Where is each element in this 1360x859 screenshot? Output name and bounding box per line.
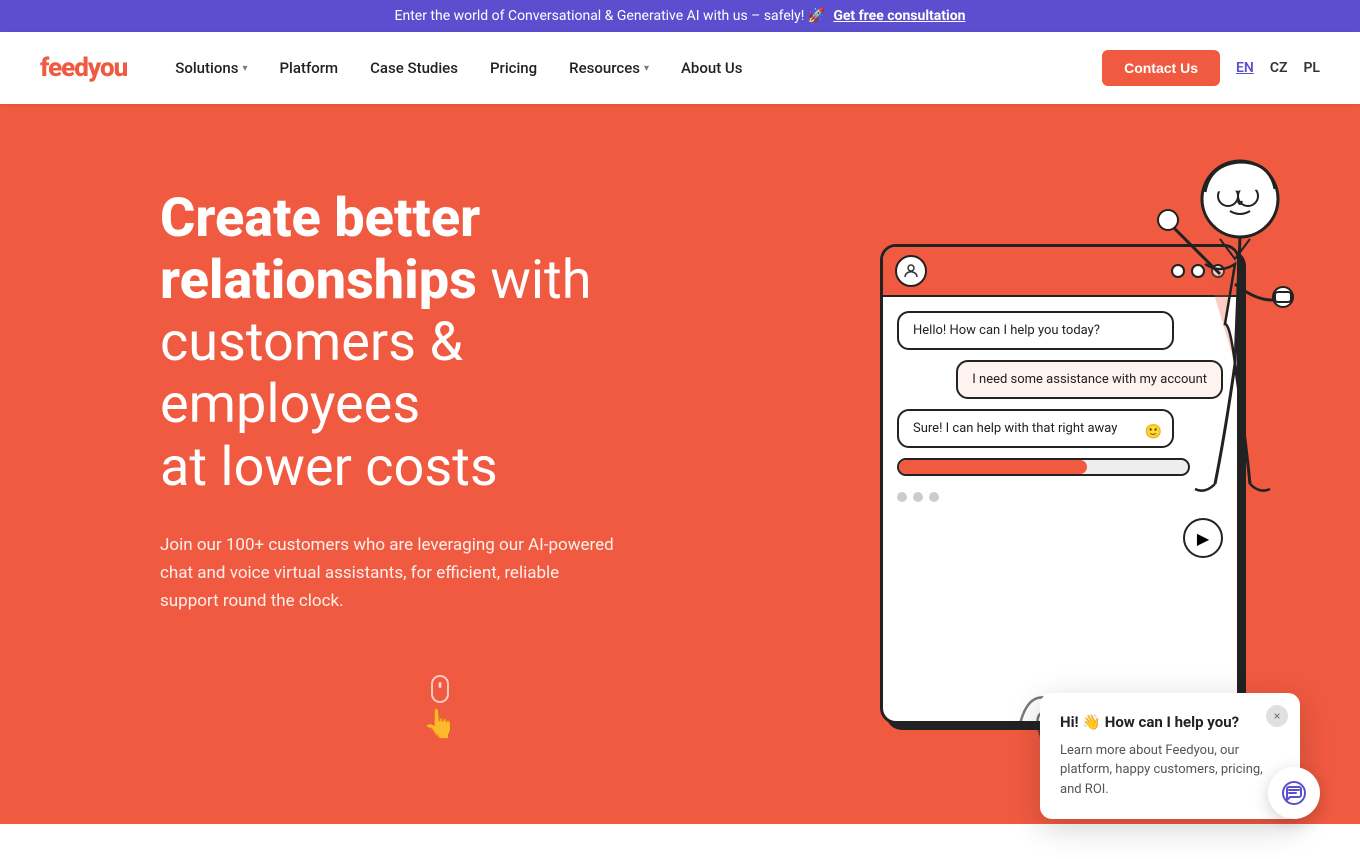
- dot-1: [897, 492, 907, 502]
- scroll-indicator: 👆: [160, 675, 720, 740]
- chat-popup-text: Learn more about Feedyou, our platform, …: [1060, 741, 1280, 800]
- chat-avatar: [895, 255, 927, 287]
- stick-figure-illustration: [1120, 144, 1340, 664]
- banner-cta[interactable]: Get free consultation: [833, 8, 965, 24]
- nav-resources[interactable]: Resources ▾: [569, 59, 649, 77]
- nav-case-studies[interactable]: Case Studies: [370, 59, 458, 77]
- chat-widget-button[interactable]: [1268, 767, 1320, 819]
- chat-popup-title: Hi! 👋 How can I help you?: [1060, 713, 1280, 731]
- contact-button[interactable]: Contact Us: [1102, 50, 1220, 86]
- lang-en[interactable]: EN: [1236, 60, 1254, 76]
- nav-solutions[interactable]: Solutions ▾: [175, 59, 247, 77]
- nav-links: Solutions ▾ Platform Case Studies Pricin…: [175, 59, 1102, 77]
- chat-popup-close-button[interactable]: ×: [1266, 705, 1288, 727]
- hero-title-bold: Create betterrelationships: [160, 187, 480, 312]
- nav-about-label: About Us: [681, 59, 743, 77]
- chat-popup: × Hi! 👋 How can I help you? Learn more a…: [1040, 693, 1300, 820]
- scroll-hand-icon: 👆: [423, 707, 458, 740]
- nav-platform-label: Platform: [279, 59, 338, 77]
- hero-content: Create betterrelationships withcustomers…: [160, 188, 720, 740]
- chat-icon: [1282, 781, 1306, 805]
- lang-cz[interactable]: CZ: [1270, 60, 1288, 76]
- chevron-down-icon: ▾: [644, 63, 649, 74]
- lang-pl[interactable]: PL: [1303, 60, 1320, 76]
- banner-text: Enter the world of Conversational & Gene…: [395, 8, 826, 24]
- nav-pricing[interactable]: Pricing: [490, 59, 537, 77]
- hero-title: Create betterrelationships withcustomers…: [160, 188, 720, 498]
- dot-3: [929, 492, 939, 502]
- nav-pricing-label: Pricing: [490, 59, 537, 77]
- chevron-down-icon: ▾: [242, 63, 247, 74]
- nav-right: Contact Us EN CZ PL: [1102, 50, 1320, 86]
- nav-solutions-label: Solutions: [175, 59, 238, 77]
- logo[interactable]: feedyou: [40, 53, 127, 83]
- scroll-mouse-icon: [431, 675, 449, 703]
- top-banner: Enter the world of Conversational & Gene…: [0, 0, 1360, 32]
- navbar: feedyou Solutions ▾ Platform Case Studie…: [0, 32, 1360, 104]
- progress-fill: [899, 460, 1087, 474]
- nav-about[interactable]: About Us: [681, 59, 743, 77]
- nav-case-studies-label: Case Studies: [370, 59, 458, 77]
- hero-description: Join our 100+ customers who are leveragi…: [160, 531, 620, 615]
- nav-resources-label: Resources: [569, 59, 640, 77]
- nav-platform[interactable]: Platform: [279, 59, 338, 77]
- dot-2: [913, 492, 923, 502]
